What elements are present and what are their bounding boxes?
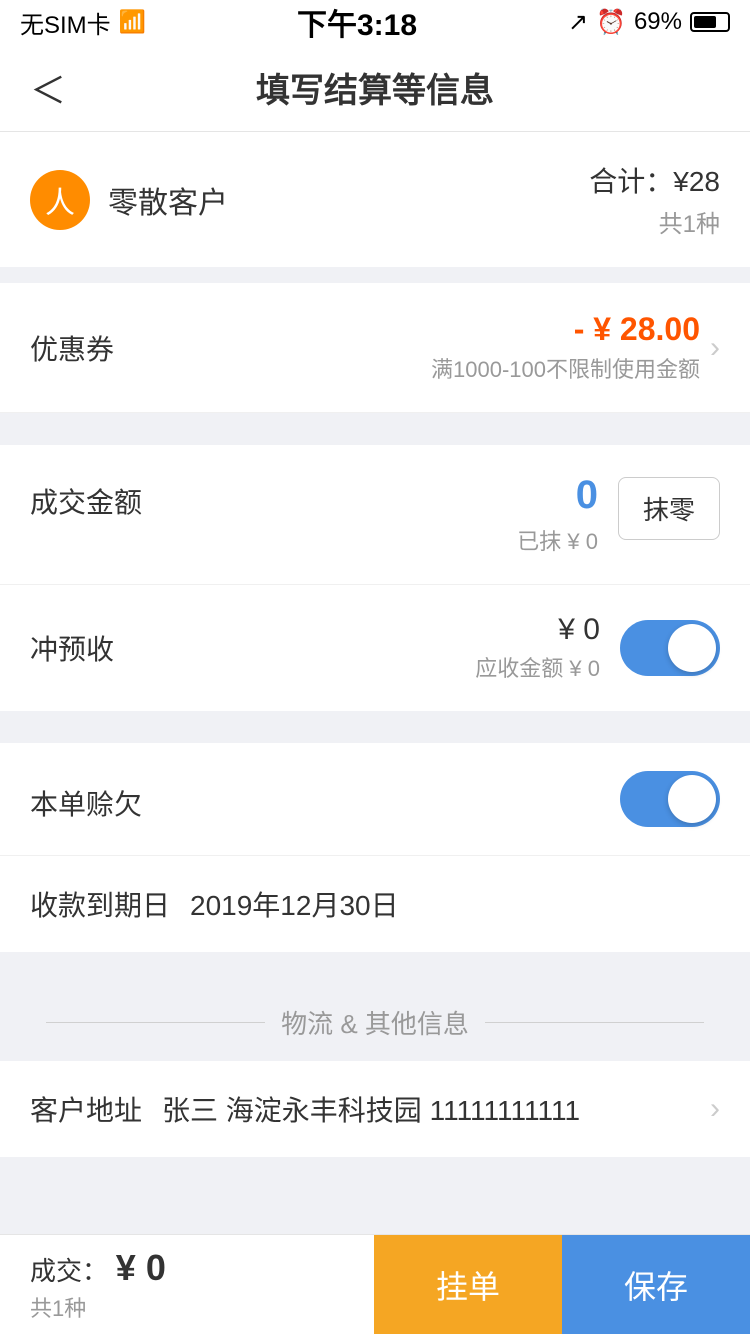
wifi-icon: 📶 bbox=[119, 9, 146, 35]
deal-value-block: 0 已抹 ¥ 0 bbox=[517, 473, 598, 556]
divider-left bbox=[46, 1022, 265, 1023]
status-bar: 无SIM卡 📶 下午3:18 ↗ ⏰ 69% bbox=[0, 0, 750, 44]
section-divider-1 bbox=[0, 429, 750, 445]
avatar-icon: 人 bbox=[45, 178, 75, 222]
toggle-knob bbox=[668, 624, 716, 672]
battery-icon bbox=[690, 12, 730, 32]
arrears-row: 本单赊欠 bbox=[0, 743, 750, 856]
coupon-desc: 满1000-100不限制使用金额 bbox=[431, 352, 700, 384]
alarm-icon: ⏰ bbox=[596, 8, 626, 37]
address-chevron-icon: › bbox=[710, 1092, 720, 1126]
customer-right: 合计：¥28 共1种 bbox=[589, 160, 720, 239]
section-divider-3 bbox=[0, 968, 750, 984]
page-title: 填写结算等信息 bbox=[256, 63, 494, 112]
coupon-label: 优惠券 bbox=[30, 328, 114, 368]
duedate-label: 收款到期日 bbox=[30, 884, 170, 924]
chevron-right-icon: › bbox=[710, 331, 720, 365]
customer-left: 人 零散客户 bbox=[30, 170, 228, 230]
coupon-card[interactable]: 优惠券 - ¥ 28.00 满1000-100不限制使用金额 › bbox=[0, 283, 750, 413]
deal-label: 成交金额 bbox=[30, 473, 142, 521]
logistics-title: 物流 & 其他信息 bbox=[281, 1004, 469, 1041]
customer-name: 零散客户 bbox=[108, 178, 228, 222]
coupon-row[interactable]: 优惠券 - ¥ 28.00 满1000-100不限制使用金额 › bbox=[0, 283, 750, 413]
deal-card: 成交金额 0 已抹 ¥ 0 抹零 冲预收 ¥ 0 应收金额 ¥ 0 bbox=[0, 445, 750, 711]
status-time: 下午3:18 bbox=[297, 0, 417, 44]
battery-percent: 69% bbox=[634, 8, 682, 36]
customer-row: 人 零散客户 合计：¥28 共1种 bbox=[0, 132, 750, 267]
bottom-deal-label: 成交： bbox=[30, 1256, 108, 1286]
prepaid-right: ¥ 0 应收金额 ¥ 0 bbox=[475, 613, 720, 683]
bottom-deal-count: 共1种 bbox=[30, 1291, 344, 1323]
coupon-right: - ¥ 28.00 满1000-100不限制使用金额 › bbox=[431, 311, 720, 384]
deal-value: 0 bbox=[517, 473, 598, 518]
address-row[interactable]: 客户地址 张三 海淀永丰科技园 11111111111 › bbox=[0, 1061, 750, 1157]
prepaid-sub: 应收金额 ¥ 0 bbox=[475, 651, 600, 683]
arrears-toggle-knob bbox=[668, 775, 716, 823]
bottom-deal-amount: ¥ 0 bbox=[116, 1247, 166, 1288]
bottom-bar: 成交： ¥ 0 共1种 挂单 保存 bbox=[0, 1234, 750, 1334]
back-button[interactable]: ＜ bbox=[30, 62, 66, 114]
duedate-row: 收款到期日 2019年12月30日 bbox=[0, 856, 750, 952]
coupon-amount: - ¥ 28.00 bbox=[431, 311, 700, 348]
round-btn[interactable]: 抹零 bbox=[618, 477, 720, 540]
bottom-left: 成交： ¥ 0 共1种 bbox=[0, 1247, 374, 1323]
address-card[interactable]: 客户地址 张三 海淀永丰科技园 11111111111 › bbox=[0, 1061, 750, 1157]
avatar: 人 bbox=[30, 170, 90, 230]
total-amount: 合计：¥28 bbox=[589, 160, 720, 200]
hold-button[interactable]: 挂单 bbox=[374, 1235, 562, 1334]
bottom-deal-row: 成交： ¥ 0 bbox=[30, 1247, 344, 1289]
deal-sub: 已抹 ¥ 0 bbox=[517, 524, 598, 556]
address-value: 张三 海淀永丰科技园 11111111111 bbox=[162, 1089, 710, 1129]
address-label: 客户地址 bbox=[30, 1089, 142, 1129]
status-left: 无SIM卡 📶 bbox=[20, 5, 146, 40]
location-icon: ↗ bbox=[568, 8, 588, 37]
deal-right: 0 已抹 ¥ 0 抹零 bbox=[517, 473, 720, 556]
prepaid-row: 冲预收 ¥ 0 应收金额 ¥ 0 bbox=[0, 585, 750, 711]
arrears-toggle[interactable] bbox=[620, 771, 720, 827]
divider-right bbox=[485, 1022, 704, 1023]
prepaid-toggle[interactable] bbox=[620, 620, 720, 676]
prepaid-amount: ¥ 0 bbox=[475, 613, 600, 647]
total-count: 共1种 bbox=[589, 204, 720, 239]
arrears-card: 本单赊欠 收款到期日 2019年12月30日 bbox=[0, 743, 750, 952]
coupon-info: - ¥ 28.00 满1000-100不限制使用金额 bbox=[431, 311, 700, 384]
prepaid-info: ¥ 0 应收金额 ¥ 0 bbox=[475, 613, 600, 683]
nav-bar: ＜ 填写结算等信息 bbox=[0, 44, 750, 132]
carrier-text: 无SIM卡 bbox=[20, 5, 111, 40]
section-divider-2 bbox=[0, 727, 750, 743]
arrears-label: 本单赊欠 bbox=[30, 775, 142, 823]
prepaid-label: 冲预收 bbox=[30, 628, 114, 668]
status-right: ↗ ⏰ 69% bbox=[568, 8, 730, 37]
content: 人 零散客户 合计：¥28 共1种 优惠券 - ¥ 28.00 满1000-10… bbox=[0, 132, 750, 1293]
save-button[interactable]: 保存 bbox=[562, 1235, 750, 1334]
logistics-header: 物流 & 其他信息 bbox=[0, 984, 750, 1061]
customer-card: 人 零散客户 合计：¥28 共1种 bbox=[0, 132, 750, 267]
duedate-value: 2019年12月30日 bbox=[190, 884, 399, 924]
deal-row: 成交金额 0 已抹 ¥ 0 抹零 bbox=[0, 445, 750, 585]
